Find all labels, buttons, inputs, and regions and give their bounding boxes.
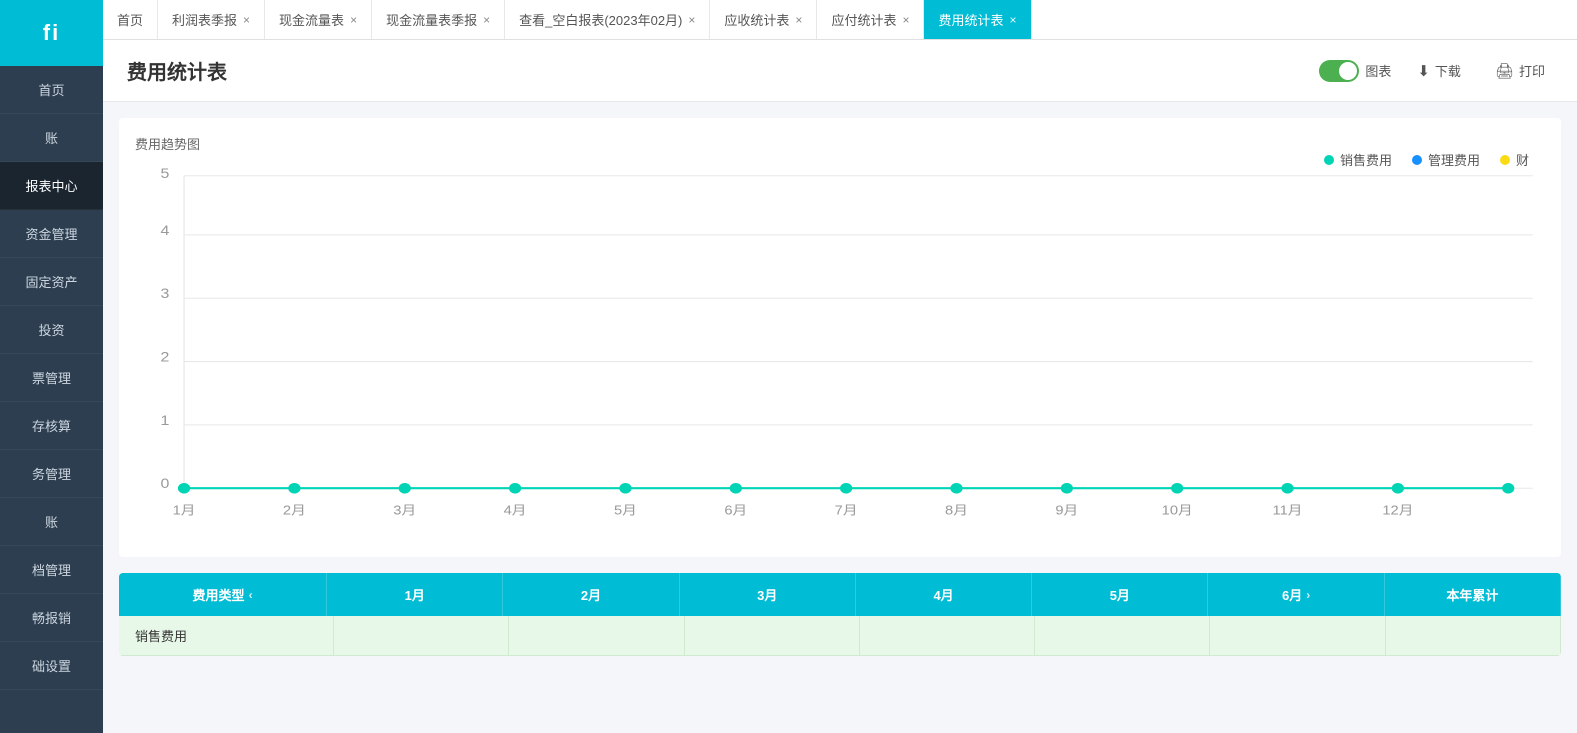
svg-text:3月: 3月 — [393, 504, 416, 518]
prev-arrow[interactable]: ‹ — [249, 588, 253, 602]
td-m4 — [860, 616, 1035, 655]
next-arrow[interactable]: › — [1306, 588, 1310, 602]
download-button[interactable]: ⬇ 下载 — [1409, 57, 1469, 84]
th-ytd: 本年累计 — [1385, 573, 1561, 616]
tab-payable[interactable]: 应付统计表 × — [817, 0, 924, 40]
close-tab-cashflow-quarterly[interactable]: × — [483, 13, 490, 27]
svg-text:4: 4 — [160, 224, 169, 239]
sidebar-item-account[interactable]: 账 — [0, 114, 103, 162]
sidebar-item-home[interactable]: 首页 — [0, 66, 103, 114]
sidebar-item-report-center[interactable]: 报表中心 — [0, 162, 103, 210]
svg-text:7月: 7月 — [835, 504, 858, 518]
th-m3: 3月 — [680, 573, 856, 616]
tab-cashflow[interactable]: 现金流量表 × — [265, 0, 372, 40]
chart-container: 0 1 2 3 4 5 — [135, 161, 1545, 541]
sidebar-item-ledger[interactable]: 账 — [0, 498, 103, 546]
th-m4: 4月 — [856, 573, 1032, 616]
svg-text:5: 5 — [160, 167, 169, 182]
tab-expense-stats[interactable]: 费用统计表 × — [924, 0, 1031, 40]
print-button[interactable]: 🖨 打印 — [1487, 57, 1553, 84]
close-tab-receivable[interactable]: × — [795, 13, 802, 27]
chart-section: 费用趋势图 销售费用 管理费用 财 — [119, 118, 1561, 557]
table-row: 销售费用 — [119, 616, 1561, 656]
td-m2 — [509, 616, 684, 655]
tab-receivable[interactable]: 应收统计表 × — [710, 0, 817, 40]
print-icon: 🖨 — [1495, 62, 1514, 80]
close-tab-expense-stats[interactable]: × — [1009, 13, 1016, 27]
tab-bar: 首页 利润表季报 × 现金流量表 × 现金流量表季报 × 查看_空白报表(202… — [103, 0, 1577, 40]
svg-text:2月: 2月 — [283, 504, 306, 518]
td-ytd — [1386, 616, 1561, 655]
sidebar-item-inventory[interactable]: 存核算 — [0, 402, 103, 450]
svg-text:1: 1 — [160, 414, 169, 429]
page-title: 费用统计表 — [127, 56, 227, 85]
main-content: 首页 利润表季报 × 现金流量表 × 现金流量表季报 × 查看_空白报表(202… — [103, 0, 1577, 733]
tab-cashflow-quarterly[interactable]: 现金流量表季报 × — [372, 0, 505, 40]
th-m5: 5月 — [1032, 573, 1208, 616]
th-m6: 6月 › — [1208, 573, 1384, 616]
td-type: 销售费用 — [119, 616, 334, 655]
header-actions: 图表 ⬇ 下载 🖨 打印 — [1319, 57, 1553, 84]
sidebar-item-fund-management[interactable]: 资金管理 — [0, 210, 103, 258]
tab-profit-quarterly[interactable]: 利润表季报 × — [158, 0, 265, 40]
svg-text:12月: 12月 — [1382, 504, 1413, 518]
close-tab-cashflow[interactable]: × — [350, 13, 357, 27]
svg-text:1月: 1月 — [173, 504, 196, 518]
app-logo: fi — [0, 0, 103, 66]
td-m1 — [334, 616, 509, 655]
th-m1: 1月 — [327, 573, 503, 616]
sidebar-item-invoice[interactable]: 票管理 — [0, 354, 103, 402]
svg-text:8月: 8月 — [945, 504, 968, 518]
td-m5 — [1035, 616, 1210, 655]
svg-text:2: 2 — [160, 350, 169, 365]
svg-text:10月: 10月 — [1162, 504, 1193, 518]
close-tab-payable[interactable]: × — [902, 13, 909, 27]
svg-text:3: 3 — [160, 287, 169, 302]
sidebar: fi 首页 账 报表中心 资金管理 固定资产 投资 票管理 存核算 务管理 账 … — [0, 0, 103, 733]
tab-home[interactable]: 首页 — [103, 0, 158, 40]
sidebar-item-base-settings[interactable]: 础设置 — [0, 642, 103, 690]
close-tab-blank-report[interactable]: × — [688, 13, 695, 27]
table-section: 费用类型 ‹ 1月 2月 3月 4月 5月 — [119, 573, 1561, 656]
close-tab-profit-quarterly[interactable]: × — [243, 13, 250, 27]
th-type: 费用类型 ‹ — [119, 573, 327, 616]
svg-text:6月: 6月 — [724, 504, 747, 518]
th-m2: 2月 — [503, 573, 679, 616]
page-header: 费用统计表 图表 ⬇ 下载 🖨 打印 — [103, 40, 1577, 102]
tab-blank-report[interactable]: 查看_空白报表(2023年02月) × — [505, 0, 710, 40]
sidebar-item-business[interactable]: 务管理 — [0, 450, 103, 498]
svg-text:0: 0 — [160, 477, 169, 492]
td-m6 — [1210, 616, 1385, 655]
download-icon: ⬇ — [1417, 62, 1430, 80]
sidebar-item-reimbursement[interactable]: 畅报销 — [0, 594, 103, 642]
table-header: 费用类型 ‹ 1月 2月 3月 4月 5月 — [119, 573, 1561, 616]
page-content: 费用统计表 图表 ⬇ 下载 🖨 打印 费用趋势图 — [103, 40, 1577, 733]
chart-svg: 0 1 2 3 4 5 — [135, 161, 1545, 541]
svg-text:4月: 4月 — [504, 504, 527, 518]
svg-text:9月: 9月 — [1055, 504, 1078, 518]
svg-text:5月: 5月 — [614, 504, 637, 518]
toggle-label: 图表 — [1365, 61, 1391, 80]
chart-toggle[interactable] — [1319, 60, 1359, 82]
sidebar-item-fixed-assets[interactable]: 固定资产 — [0, 258, 103, 306]
sidebar-item-archive[interactable]: 档管理 — [0, 546, 103, 594]
td-m3 — [685, 616, 860, 655]
svg-text:11月: 11月 — [1273, 504, 1303, 518]
chart-toggle-wrap: 图表 — [1319, 60, 1391, 82]
sidebar-item-investment[interactable]: 投资 — [0, 306, 103, 354]
